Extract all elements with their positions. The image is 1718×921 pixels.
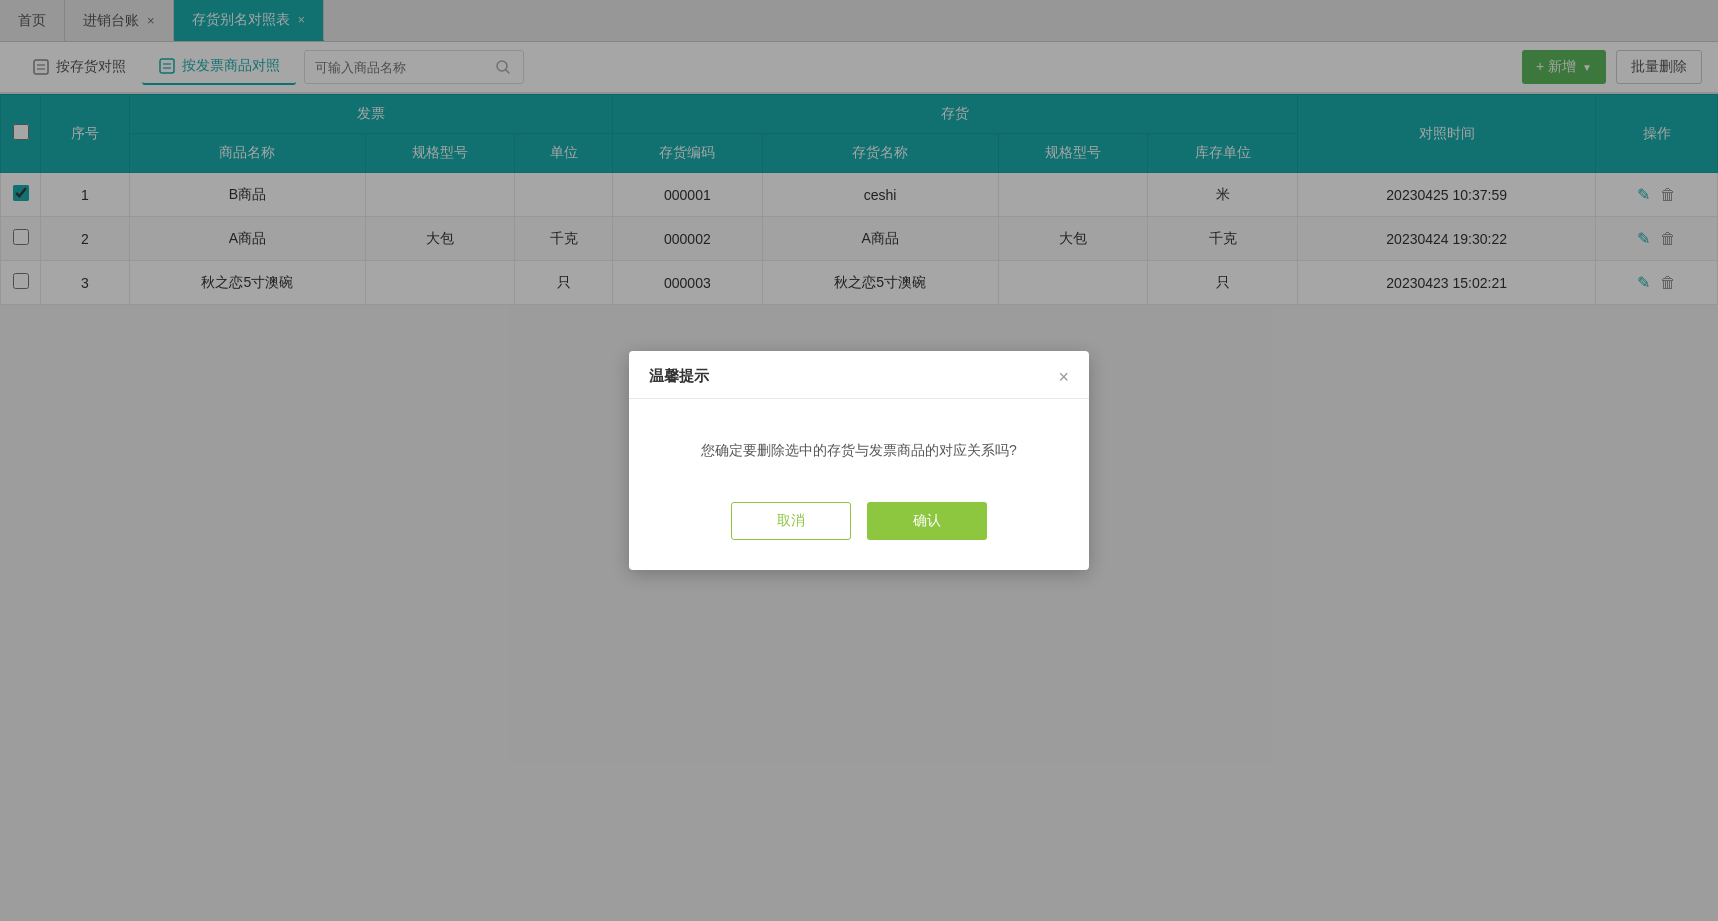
confirm-button[interactable]: 确认 xyxy=(867,502,987,540)
modal-footer: 取消 确认 xyxy=(629,492,1089,570)
cancel-button[interactable]: 取消 xyxy=(731,502,851,540)
modal-title: 温馨提示 xyxy=(649,367,709,386)
confirm-modal: 温馨提示 × 您确定要删除选中的存货与发票商品的对应关系吗? 取消 确认 xyxy=(629,351,1089,569)
modal-message: 您确定要删除选中的存货与发票商品的对应关系吗? xyxy=(701,442,1017,458)
modal-overlay: 温馨提示 × 您确定要删除选中的存货与发票商品的对应关系吗? 取消 确认 xyxy=(0,0,1718,921)
modal-header: 温馨提示 × xyxy=(629,351,1089,399)
modal-close-button[interactable]: × xyxy=(1058,368,1069,386)
modal-body: 您确定要删除选中的存货与发票商品的对应关系吗? xyxy=(629,399,1089,491)
